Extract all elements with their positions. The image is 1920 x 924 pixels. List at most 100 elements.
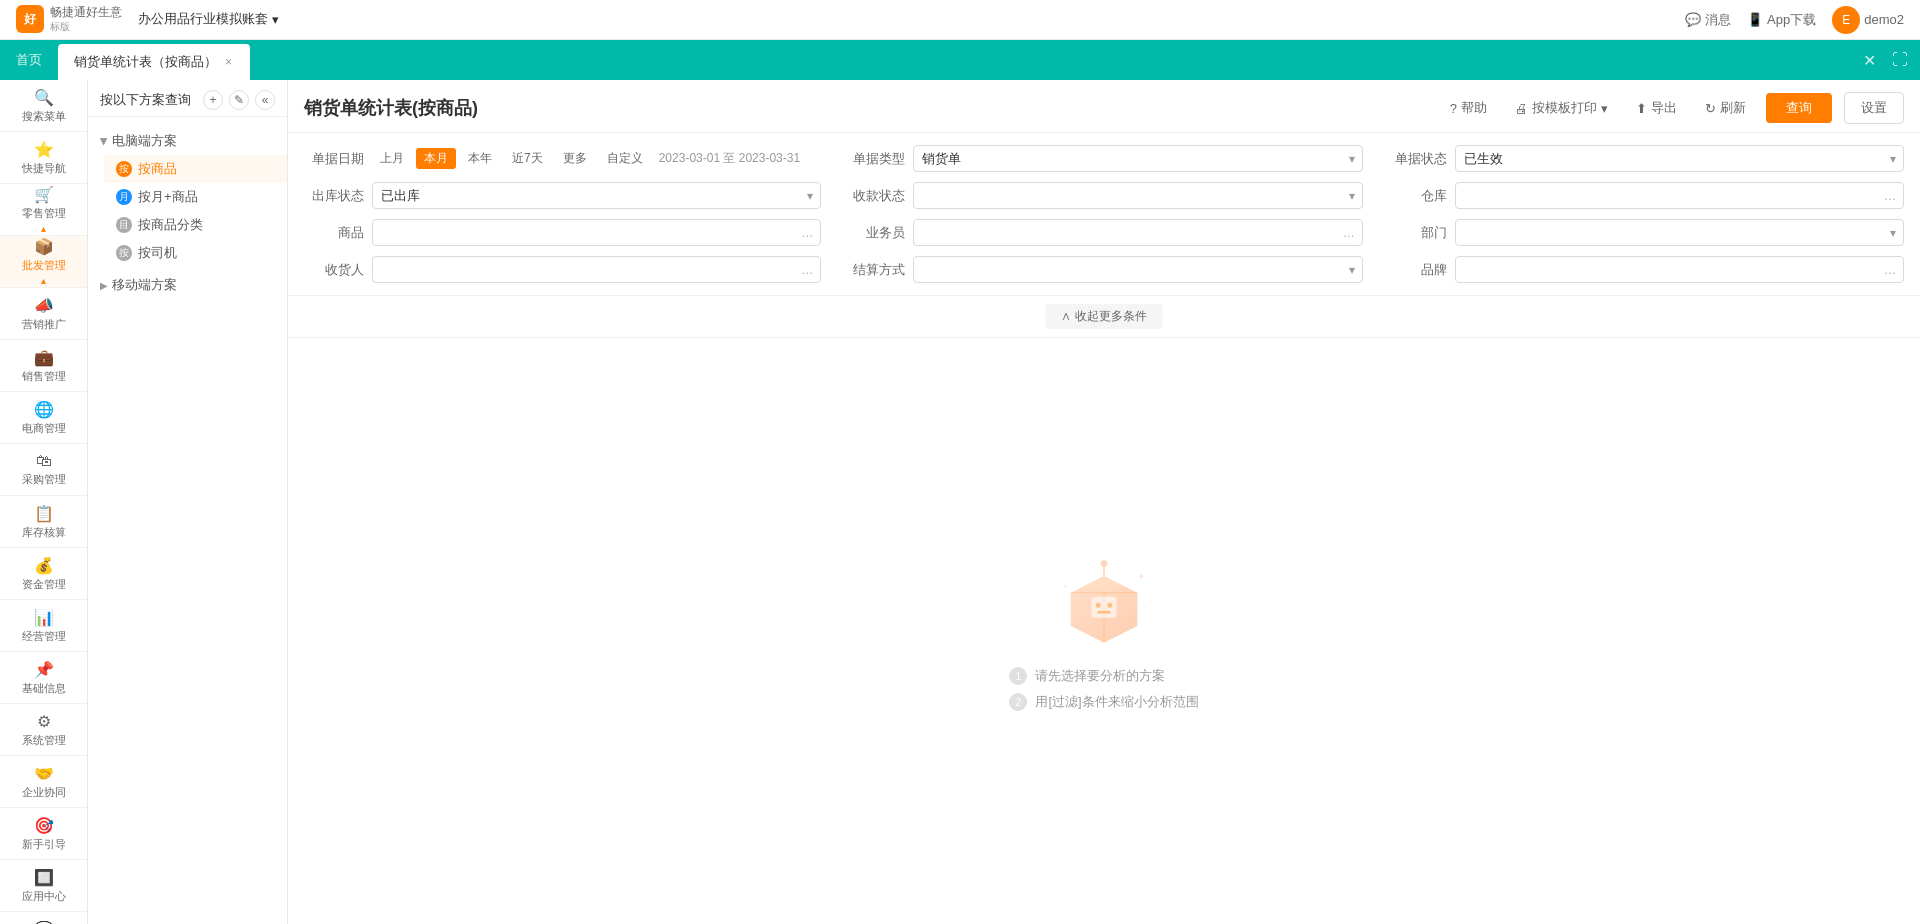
warehouse-field: 仓库 … [1387, 182, 1904, 209]
tab-close-all-icon[interactable]: ✕ [1859, 47, 1880, 74]
logo-icon: 好 [16, 5, 44, 33]
tree-item-by-month-product-icon: 月 [116, 189, 132, 205]
sidebar-item-finance[interactable]: 💰 资金管理 [0, 548, 87, 600]
date-tab-last-month[interactable]: 上月 [372, 148, 412, 169]
tab-active[interactable]: 销货单统计表（按商品） × [58, 44, 250, 80]
salesperson-field: 业务员 … [845, 219, 1362, 246]
filter-row-3: 商品 … 业务员 … [304, 219, 1904, 246]
receiver-input[interactable] [372, 256, 821, 283]
sidebar-item-ecom[interactable]: 🌐 电商管理 [0, 392, 87, 444]
sidebar-item-wholesale[interactable]: 📦 批发管理 ▴ [0, 236, 87, 288]
sidebar-item-inventory[interactable]: 📋 库存核算 [0, 496, 87, 548]
date-tab-this-month[interactable]: 本月 [416, 148, 456, 169]
svg-text:✦: ✦ [1137, 571, 1145, 582]
tab-bar: 首页 销货单统计表（按商品） × ✕ ⛶ [0, 40, 1920, 80]
query-button[interactable]: 查询 [1766, 93, 1832, 123]
filter-collapse-btn[interactable]: « [255, 90, 275, 110]
sidebar-item-purchase[interactable]: 🛍 采购管理 [0, 444, 87, 496]
sidebar-item-wechat[interactable]: 💬 企业微信 [0, 912, 87, 924]
department-field: 部门 [1387, 219, 1904, 246]
collapse-btn[interactable]: ∧ 收起更多条件 [1045, 304, 1162, 329]
sidebar-item-marketing[interactable]: 📣 营销推广 [0, 288, 87, 340]
brand-input[interactable] [1455, 256, 1904, 283]
help-btn[interactable]: ? 帮助 [1442, 95, 1495, 121]
sidebar-item-corp[interactable]: 🤝 企业协同 [0, 756, 87, 808]
sidebar-item-system[interactable]: ⚙ 系统管理 [0, 704, 87, 756]
date-label: 单据日期 [304, 150, 364, 168]
tree-item-by-month-product[interactable]: 月 按月+商品 [104, 183, 287, 211]
product-field: 商品 … [304, 219, 821, 246]
operation-label: 经营管理 [22, 630, 66, 643]
out-status-select-wrap: 已出库 [372, 182, 821, 209]
sidebar-item-quick-nav[interactable]: ⭐ 快捷导航 [0, 132, 87, 184]
purchase-label: 采购管理 [22, 473, 66, 486]
filter-row-2: 出库状态 已出库 收款状态 [304, 182, 1904, 209]
page-title: 销货单统计表(按商品) [304, 96, 478, 120]
date-tab-custom[interactable]: 自定义 [599, 148, 651, 169]
sidebar-item-basic[interactable]: 📌 基础信息 [0, 652, 87, 704]
user-area[interactable]: E demo2 [1832, 6, 1904, 34]
tab-fullscreen-icon[interactable]: ⛶ [1888, 47, 1912, 73]
doc-type-label: 单据类型 [845, 150, 905, 168]
ecom-icon: 🌐 [34, 400, 54, 419]
tip-text-1: 请先选择要分析的方案 [1035, 667, 1165, 685]
product-input[interactable] [372, 219, 821, 246]
payment-field: 结算方式 [845, 256, 1362, 283]
mobile-group-header[interactable]: ▶ 移动端方案 [88, 271, 287, 299]
inventory-label: 库存核算 [22, 526, 66, 539]
warehouse-more-icon[interactable]: … [1884, 189, 1896, 203]
corp-icon: 🤝 [34, 764, 54, 783]
tree-item-by-category[interactable]: 目 按商品分类 [104, 211, 287, 239]
empty-tip-1: 1 请先选择要分析的方案 [1009, 667, 1198, 685]
date-tab-this-year[interactable]: 本年 [460, 148, 500, 169]
tree-item-by-product[interactable]: 按 按商品 [104, 155, 287, 183]
out-status-select[interactable]: 已出库 [372, 182, 821, 209]
warehouse-input-wrap: … [1455, 182, 1904, 209]
product-more-icon[interactable]: … [801, 226, 813, 240]
settings-button[interactable]: 设置 [1844, 92, 1904, 124]
doc-status-label: 单据状态 [1387, 150, 1447, 168]
collapse-row: ∧ 收起更多条件 [288, 296, 1920, 338]
date-tab-7days[interactable]: 近7天 [504, 148, 551, 169]
salesperson-more-icon[interactable]: … [1343, 226, 1355, 240]
sidebar-item-search-menu[interactable]: 🔍 搜索菜单 [0, 80, 87, 132]
brand-more-icon[interactable]: … [1884, 263, 1896, 277]
message-action[interactable]: 💬 消息 [1685, 11, 1731, 29]
date-tab-more[interactable]: 更多 [555, 148, 595, 169]
empty-tips: 1 请先选择要分析的方案 2 用[过滤]条件来缩小分析范围 [1009, 667, 1198, 711]
salesperson-input[interactable] [913, 219, 1362, 246]
sidebar-item-sales[interactable]: 💼 销售管理 [0, 340, 87, 392]
export-icon: ⬆ [1636, 101, 1647, 116]
sidebar-item-operation[interactable]: 📊 经营管理 [0, 600, 87, 652]
filter-add-btn[interactable]: + [203, 90, 223, 110]
receiver-more-icon[interactable]: … [801, 263, 813, 277]
marketing-label: 营销推广 [22, 318, 66, 331]
export-btn[interactable]: ⬆ 导出 [1628, 95, 1685, 121]
logo-area: 好 畅捷通好生意 标版 [16, 5, 122, 33]
tab-close-icon[interactable]: × [223, 53, 234, 71]
doc-type-select[interactable]: 销货单 [913, 145, 1362, 172]
filter-panel: 按以下方案查询 + ✎ « ▶ 电脑端方案 按 按商品 [88, 80, 288, 924]
tab-home[interactable]: 首页 [0, 40, 58, 80]
workspace-selector[interactable]: 办公用品行业模拟账套 ▾ [130, 6, 287, 32]
print-template-btn[interactable]: 🖨 按模板打印 ▾ [1507, 95, 1616, 121]
tree-item-by-driver[interactable]: 按 按司机 [104, 239, 287, 267]
filter-row-4: 收货人 … 结算方式 [304, 256, 1904, 283]
department-select[interactable] [1455, 219, 1904, 246]
doc-status-field: 单据状态 已生效 [1387, 145, 1904, 172]
sidebar-item-retail[interactable]: 🛒 零售管理 ▴ [0, 184, 87, 236]
receipt-status-select[interactable] [913, 182, 1362, 209]
sidebar-item-newbie[interactable]: 🎯 新手引导 [0, 808, 87, 860]
app-download-action[interactable]: 📱 App下载 [1747, 11, 1816, 29]
desktop-group-header[interactable]: ▶ 电脑端方案 [88, 127, 287, 155]
filter-row-1: 单据日期 上月 本月 本年 近7天 更多 自定义 2023-03-01 至 20… [304, 145, 1904, 172]
newbie-icon: 🎯 [34, 816, 54, 835]
filter-edit-btn[interactable]: ✎ [229, 90, 249, 110]
payment-select[interactable] [913, 256, 1362, 283]
sales-label: 销售管理 [22, 370, 66, 383]
warehouse-input[interactable] [1455, 182, 1904, 209]
doc-status-select[interactable]: 已生效 [1455, 145, 1904, 172]
refresh-btn[interactable]: ↻ 刷新 [1697, 95, 1754, 121]
sidebar-item-apps[interactable]: 🔲 应用中心 [0, 860, 87, 912]
refresh-label: 刷新 [1720, 99, 1746, 117]
